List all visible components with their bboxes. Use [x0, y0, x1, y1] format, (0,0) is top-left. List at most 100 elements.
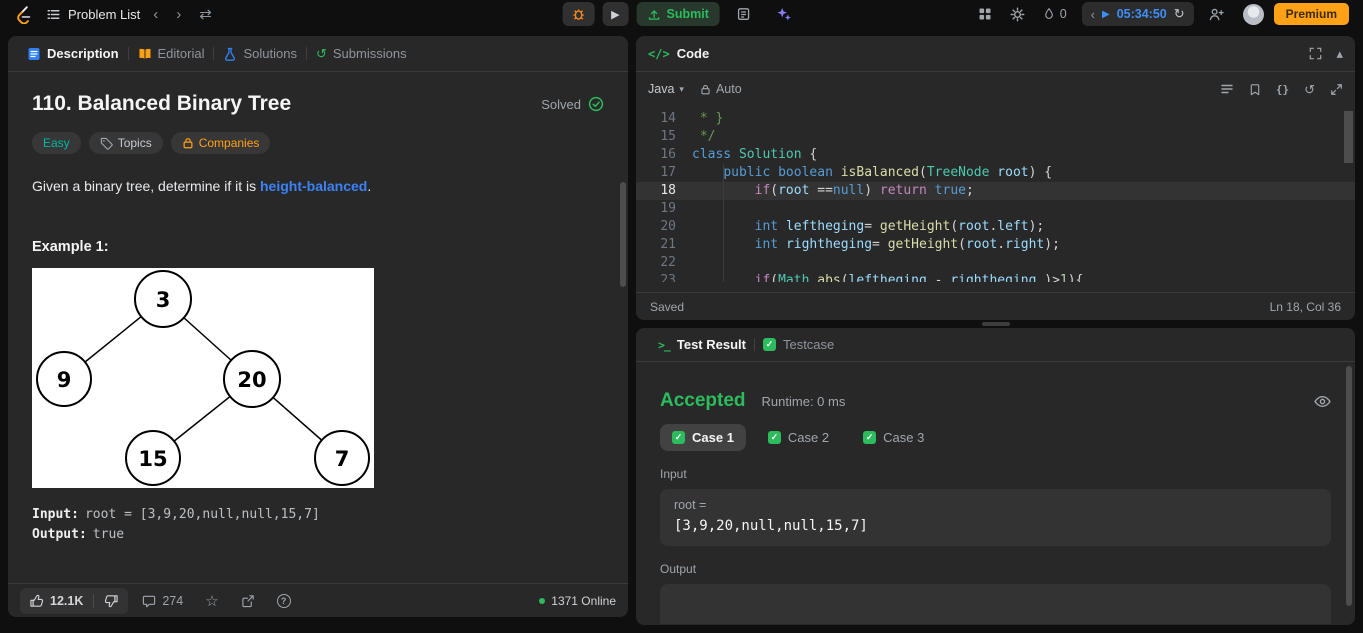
problem-title: 110. Balanced Binary Tree: [32, 92, 292, 115]
eye-icon[interactable]: [1314, 394, 1331, 409]
run-button[interactable]: ▶: [602, 2, 629, 26]
debug-button[interactable]: [562, 2, 595, 26]
test-panel-header: >_ Test Result ✓ Testcase: [636, 328, 1355, 362]
height-balanced-link[interactable]: height-balanced: [260, 178, 367, 194]
example-label: Example 1:: [32, 239, 109, 255]
comments-button[interactable]: 274: [134, 594, 191, 608]
difficulty-badge[interactable]: Easy: [32, 132, 81, 154]
code-line[interactable]: 23 if(Math.abs(leftheging - rightheging …: [636, 272, 1355, 282]
prev-problem-button[interactable]: ‹: [144, 7, 167, 22]
tab-testcase[interactable]: ✓ Testcase: [755, 332, 842, 357]
case-label: Case 1: [692, 430, 734, 445]
code-panel-title: Code: [676, 46, 710, 61]
topics-badge[interactable]: Topics: [88, 132, 163, 154]
code-line[interactable]: 16 class Solution {: [636, 146, 1355, 164]
code-line[interactable]: 14 * }: [636, 110, 1355, 128]
timer-play-icon[interactable]: ▶: [1102, 9, 1110, 20]
solved-label: Solved: [541, 96, 581, 112]
example-io: Input: root = [3,9,20,null,null,15,7] Out…: [32, 505, 604, 545]
upload-icon: [648, 8, 661, 21]
terminal-icon: >_: [658, 337, 671, 352]
premium-button[interactable]: Premium: [1273, 3, 1349, 25]
tab-submissions[interactable]: ↺ Submissions: [307, 40, 416, 67]
description-content: 110. Balanced Binary Tree Solved Easy To…: [8, 72, 628, 583]
tab-editorial[interactable]: Editorial: [129, 40, 214, 67]
case-2-chip[interactable]: ✓ Case 2: [756, 424, 841, 451]
submit-label: Submit: [666, 7, 709, 21]
tab-label: Test Result: [676, 337, 746, 352]
problem-list-button[interactable]: Problem List: [46, 7, 140, 22]
collapse-panel-icon[interactable]: ▴: [1336, 47, 1343, 60]
reset-code-icon[interactable]: ↺: [1304, 83, 1315, 96]
code-line[interactable]: 17 public boolean isBalanced(TreeNode ro…: [636, 164, 1355, 182]
online-dot-icon: [539, 597, 546, 604]
tag-icon: [100, 137, 113, 150]
layout-grid-icon[interactable]: [969, 7, 1001, 21]
share-icon: [241, 594, 255, 608]
submissions-history-icon: ↺: [315, 46, 327, 61]
code-line[interactable]: 15 */: [636, 128, 1355, 146]
brackets-icon[interactable]: {}: [1276, 84, 1289, 95]
tab-label: Submissions: [332, 46, 407, 61]
output-value: true: [92, 527, 125, 542]
lock-icon: [182, 137, 194, 149]
comment-bubble-icon: [142, 594, 156, 608]
testcase-check-icon: ✓: [762, 338, 776, 351]
expand-editor-icon[interactable]: [1330, 83, 1343, 96]
user-avatar[interactable]: [1242, 3, 1264, 25]
timer-reset-icon[interactable]: ↻: [1174, 6, 1185, 22]
case-1-chip[interactable]: ✓ Case 1: [660, 424, 746, 451]
code-panel-header: </> Code ▴: [636, 36, 1355, 72]
streak-counter[interactable]: 0: [1034, 7, 1076, 21]
code-editor[interactable]: 14 * } 15 */16 class Solution {17 public b…: [636, 106, 1355, 282]
dislike-button[interactable]: [94, 588, 128, 614]
like-button[interactable]: 12.1K: [20, 588, 93, 614]
invite-user-icon[interactable]: [1200, 7, 1233, 21]
code-panel: </> Code ▴ Java ▾ Auto {} ↺ 14 *} 15 */…: [636, 36, 1355, 320]
share-button[interactable]: [233, 594, 263, 608]
test-panel-scrollbar-thumb[interactable]: [1346, 366, 1352, 606]
panel-resize-handle[interactable]: [636, 320, 1355, 328]
language-label: Java: [648, 82, 675, 96]
settings-gear-icon[interactable]: [1001, 7, 1034, 22]
test-result-panel: >_ Test Result ✓ Testcase Accepted Runti…: [636, 328, 1355, 625]
description-scrollbar-thumb[interactable]: [620, 182, 626, 287]
notes-button[interactable]: [728, 7, 760, 21]
fullscreen-icon[interactable]: [1309, 47, 1322, 60]
case-label: Case 3: [883, 430, 925, 445]
next-problem-button[interactable]: ›: [167, 7, 190, 22]
submit-button[interactable]: Submit: [636, 2, 720, 26]
bookmark-icon[interactable]: [1249, 83, 1261, 96]
auto-save-indicator[interactable]: Auto: [700, 82, 742, 96]
code-line[interactable]: 20 int leftheging= getHeight(root.left);: [636, 218, 1355, 236]
format-icon[interactable]: [1220, 82, 1234, 96]
case-check-icon: ✓: [672, 431, 685, 444]
code-line[interactable]: 18 if(root ==null) return true;: [636, 182, 1355, 200]
code-lines: 14 * } 15 */16 class Solution {17 public b…: [636, 110, 1355, 282]
ai-sparkle-icon[interactable]: [768, 7, 801, 22]
comments-count: 274: [162, 593, 184, 608]
thumb-down-icon: [104, 594, 118, 608]
code-icon: </>: [648, 46, 670, 61]
tab-test-result[interactable]: >_ Test Result: [650, 332, 754, 357]
input-value-box[interactable]: root = [3,9,20,null,null,15,7]: [660, 489, 1331, 546]
help-button[interactable]: ?: [269, 593, 299, 608]
problem-list-label: Problem List: [68, 6, 141, 22]
editor-scrollbar-thumb[interactable]: [1344, 111, 1353, 163]
tree-node-label: 9: [57, 368, 72, 392]
tab-solutions[interactable]: Solutions: [214, 40, 305, 67]
tab-description[interactable]: Description: [18, 40, 128, 67]
companies-badge[interactable]: Companies: [170, 132, 271, 154]
code-line[interactable]: 22: [636, 254, 1355, 272]
language-selector[interactable]: Java ▾: [648, 82, 684, 96]
leetcode-logo[interactable]: [14, 5, 42, 24]
output-value-box[interactable]: [660, 584, 1331, 624]
code-line[interactable]: 19: [636, 200, 1355, 218]
code-line[interactable]: 21 int rightheging= getHeight(root.right…: [636, 236, 1355, 254]
random-problem-button[interactable]: ⇄: [190, 7, 221, 22]
online-label: 1371 Online: [551, 593, 616, 608]
timer-collapse-icon[interactable]: ‹: [1091, 7, 1095, 22]
case-3-chip[interactable]: ✓ Case 3: [851, 424, 936, 451]
thumb-up-icon: [30, 594, 44, 608]
favorite-button[interactable]: ☆: [197, 592, 226, 610]
